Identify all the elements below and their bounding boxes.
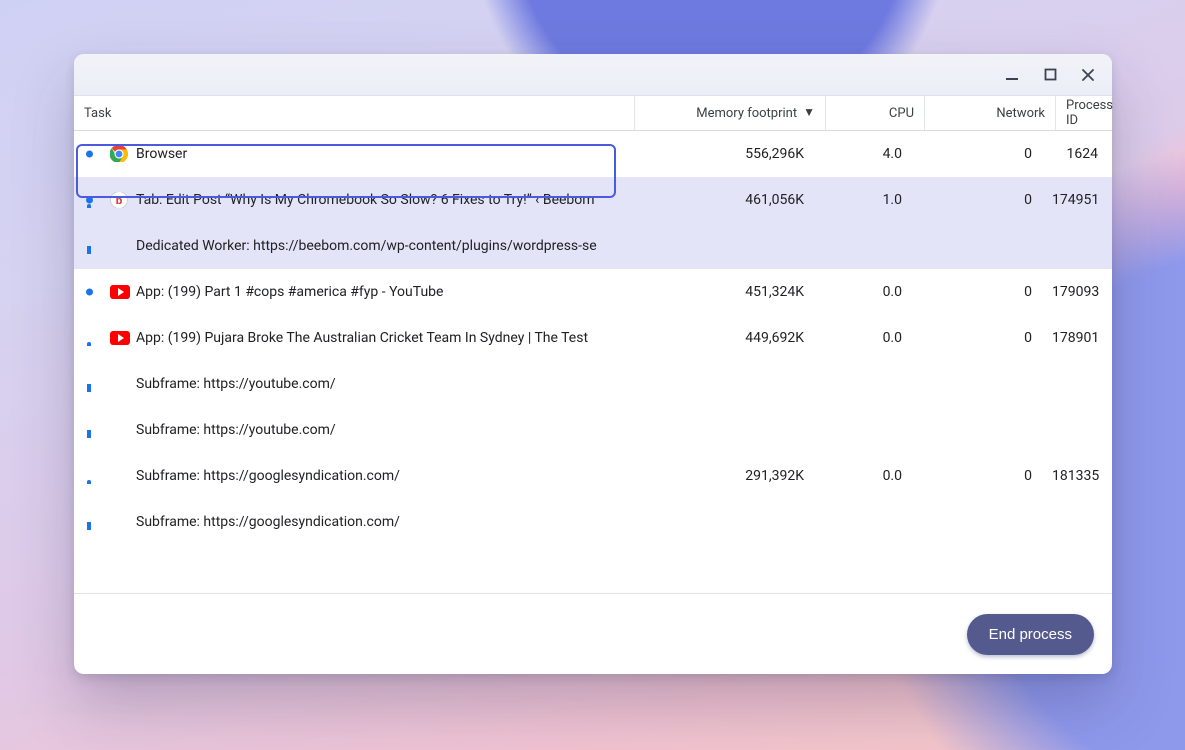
column-pid-label: Process ID xyxy=(1066,98,1113,128)
table-row[interactable]: Dedicated Worker: https://beebom.com/wp-… xyxy=(74,223,1112,269)
cell-network: 0 xyxy=(912,330,1042,346)
cell-task: Browser xyxy=(74,146,624,162)
cell-task: App: (199) Part 1 #cops #america #fyp - … xyxy=(74,284,624,300)
cell-pid: 1624 xyxy=(1042,146,1112,162)
task-name: Subframe: https://youtube.com/ xyxy=(136,422,614,438)
group-bar-icon xyxy=(87,430,91,438)
activity-dot-icon xyxy=(86,197,93,204)
task-name: App: (199) Pujara Broke The Australian C… xyxy=(136,330,614,346)
task-name: Subframe: https://googlesyndication.com/ xyxy=(136,514,614,530)
cell-cpu: 4.0 xyxy=(814,146,912,162)
table-row[interactable]: Subframe: https://youtube.com/ xyxy=(74,407,1112,453)
cell-pid: 174951 xyxy=(1042,192,1112,208)
end-process-button[interactable]: End process xyxy=(967,614,1094,655)
task-name: Subframe: https://youtube.com/ xyxy=(136,376,614,392)
table-row[interactable]: Subframe: https://googlesyndication.com/ xyxy=(74,499,1112,545)
beebom-favicon: b xyxy=(110,192,128,208)
table-row[interactable]: b Tab: Edit Post “Why Is My Chromebook So… xyxy=(74,177,1112,223)
cell-memory: 449,692K xyxy=(624,330,814,346)
cell-task: Dedicated Worker: https://beebom.com/wp-… xyxy=(74,238,624,254)
column-memory[interactable]: Memory footprint ▼ xyxy=(635,96,826,130)
cell-network: 0 xyxy=(912,468,1042,484)
group-bar-icon xyxy=(87,342,91,346)
maximize-icon xyxy=(1044,68,1057,81)
youtube-icon xyxy=(110,285,130,299)
task-name: Tab: Edit Post “Why Is My Chromebook So … xyxy=(136,192,614,208)
task-name: Subframe: https://googlesyndication.com/ xyxy=(136,468,614,484)
cell-task: Subframe: https://youtube.com/ xyxy=(74,422,624,438)
minimize-icon xyxy=(1005,68,1019,82)
cell-network: 0 xyxy=(912,284,1042,300)
column-memory-label: Memory footprint xyxy=(696,106,797,121)
column-task[interactable]: Task xyxy=(74,96,635,130)
minimize-button[interactable] xyxy=(994,61,1030,89)
activity-dot-icon xyxy=(86,151,93,158)
group-bar-icon xyxy=(87,480,91,484)
cell-cpu: 0.0 xyxy=(814,330,912,346)
task-name: App: (199) Part 1 #cops #america #fyp - … xyxy=(136,284,614,300)
activity-dot-icon xyxy=(86,289,93,296)
cell-task: Subframe: https://googlesyndication.com/ xyxy=(74,468,624,484)
cell-pid: 179093 xyxy=(1042,284,1112,300)
youtube-icon xyxy=(110,331,130,345)
cell-task: Subframe: https://googlesyndication.com/ xyxy=(74,514,624,530)
group-bar-icon xyxy=(87,522,91,530)
sort-descending-icon: ▼ xyxy=(803,105,815,119)
task-list[interactable]: Browser556,296K4.001624bTab: Edit Post “… xyxy=(74,131,1112,594)
group-bar-icon xyxy=(87,246,91,254)
task-manager-window: Task Memory footprint ▼ CPU Network Proc… xyxy=(74,54,1112,674)
task-name: Dedicated Worker: https://beebom.com/wp-… xyxy=(136,238,614,254)
column-network-label: Network xyxy=(996,106,1045,121)
table-row[interactable]: Browser 556,296K4.001624 xyxy=(74,131,1112,177)
window-footer: End process xyxy=(74,594,1112,674)
cell-task: App: (199) Pujara Broke The Australian C… xyxy=(74,330,624,346)
close-icon xyxy=(1081,68,1095,82)
close-button[interactable] xyxy=(1070,61,1106,89)
cell-task: b Tab: Edit Post “Why Is My Chromebook So… xyxy=(74,192,624,208)
chrome-icon xyxy=(110,146,128,162)
window-titlebar xyxy=(74,54,1112,96)
cell-cpu: 0.0 xyxy=(814,284,912,300)
table-row[interactable]: App: (199) Part 1 #cops #america #fyp - … xyxy=(74,269,1112,315)
column-process-id[interactable]: Process ID xyxy=(1056,96,1123,130)
table-row[interactable]: App: (199) Pujara Broke The Australian C… xyxy=(74,315,1112,361)
cell-network: 0 xyxy=(912,146,1042,162)
cell-memory: 461,056K xyxy=(624,192,814,208)
column-cpu[interactable]: CPU xyxy=(826,96,925,130)
cell-memory: 556,296K xyxy=(624,146,814,162)
cell-pid: 181335 xyxy=(1042,468,1112,484)
cell-memory: 291,392K xyxy=(624,468,814,484)
cell-cpu: 0.0 xyxy=(814,468,912,484)
cell-network: 0 xyxy=(912,192,1042,208)
column-header-row: Task Memory footprint ▼ CPU Network Proc… xyxy=(74,96,1112,131)
column-network[interactable]: Network xyxy=(925,96,1056,130)
svg-text:b: b xyxy=(116,195,123,207)
cell-memory: 451,324K xyxy=(624,284,814,300)
table-row[interactable]: Subframe: https://googlesyndication.com/… xyxy=(74,453,1112,499)
cell-pid: 178901 xyxy=(1042,330,1112,346)
column-cpu-label: CPU xyxy=(889,106,914,121)
task-name: Browser xyxy=(136,146,614,162)
group-bar-icon xyxy=(87,384,91,392)
maximize-button[interactable] xyxy=(1032,61,1068,89)
group-bar-icon xyxy=(87,204,91,208)
cell-cpu: 1.0 xyxy=(814,192,912,208)
column-task-label: Task xyxy=(84,106,111,121)
table-row[interactable]: Subframe: https://youtube.com/ xyxy=(74,361,1112,407)
cell-task: Subframe: https://youtube.com/ xyxy=(74,376,624,392)
